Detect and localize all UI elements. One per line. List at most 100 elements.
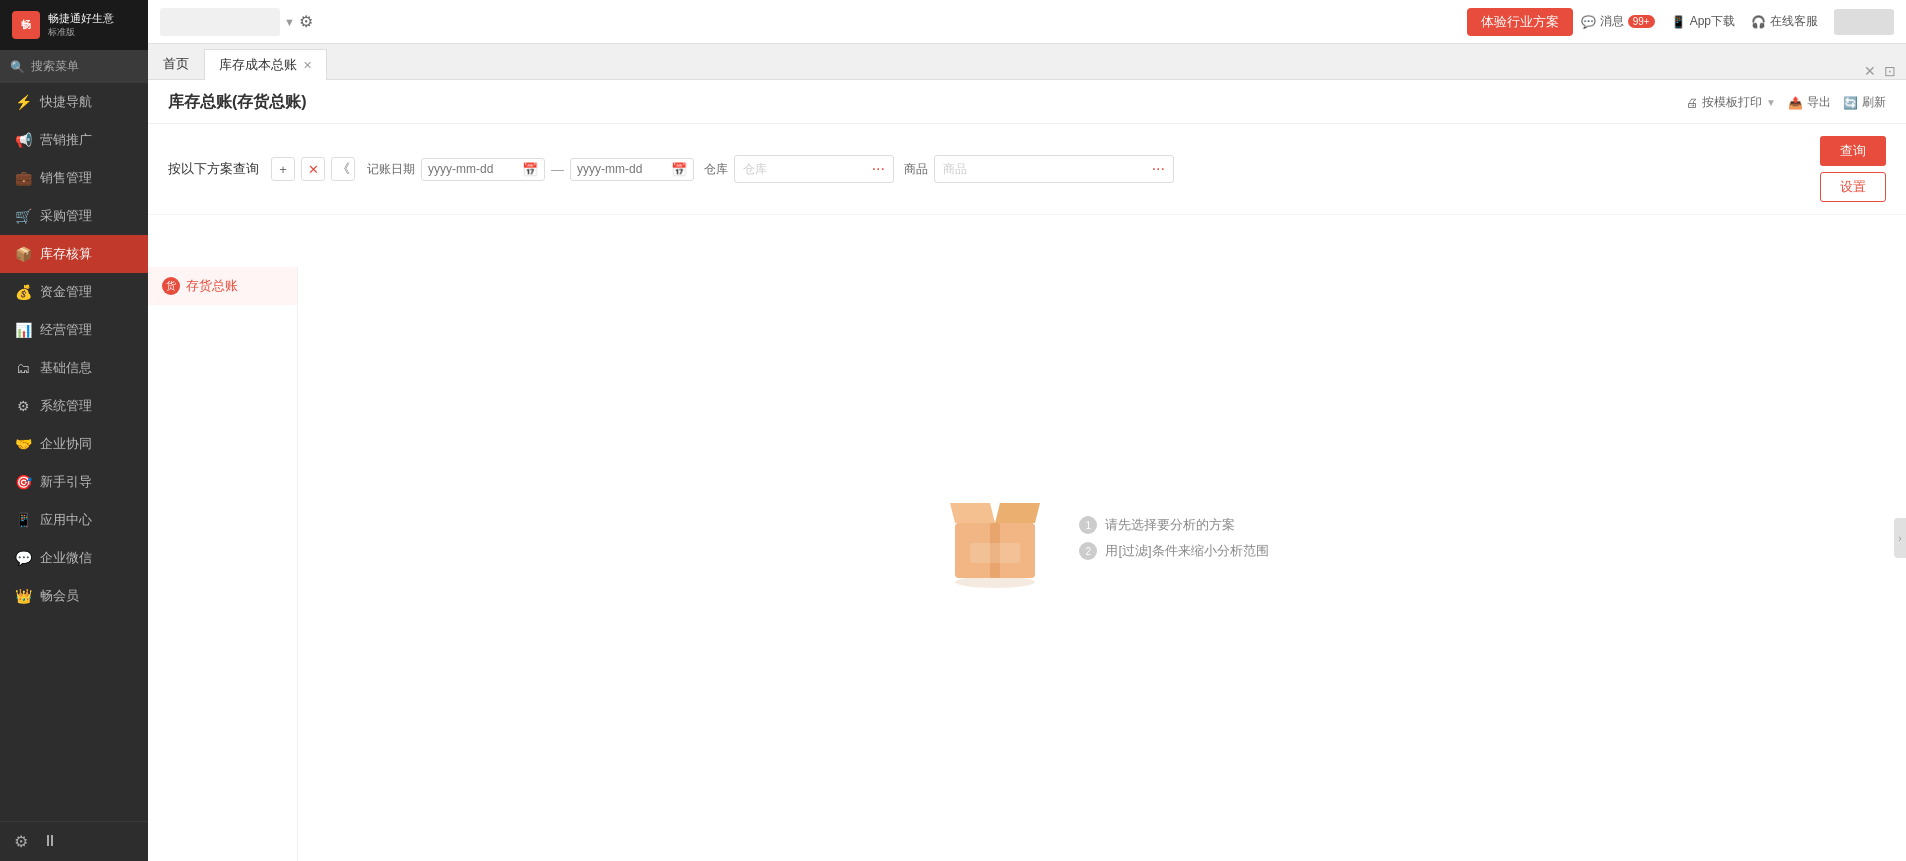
date-end-input[interactable]	[577, 162, 667, 176]
svg-marker-3	[995, 503, 1040, 523]
refresh-btn[interactable]: 🔄 刷新	[1843, 94, 1886, 111]
goods-more-icon[interactable]: ···	[1152, 160, 1165, 178]
nav-placeholder	[160, 8, 280, 36]
goods-label: 商品	[904, 161, 928, 178]
delete-scheme-btn[interactable]: ✕	[301, 157, 325, 181]
user-avatar[interactable]	[1834, 9, 1894, 35]
right-panel-toggle[interactable]: ›	[1894, 518, 1906, 558]
app-version: 标准版	[48, 26, 114, 39]
sidebar-item-label: 畅会员	[40, 587, 79, 605]
sidebar-item-guide[interactable]: 🎯 新手引导	[0, 463, 148, 501]
page-title: 库存总账(存货总账)	[168, 92, 307, 113]
finance-icon: 💰	[14, 284, 32, 300]
export-icon: 📤	[1788, 96, 1803, 110]
enterprise-wechat-icon: 💬	[14, 550, 32, 566]
export-btn[interactable]: 📤 导出	[1788, 94, 1831, 111]
sidebar-item-label: 企业协同	[40, 435, 92, 453]
goods-placeholder: 商品	[943, 161, 967, 178]
industry-btn[interactable]: 体验行业方案	[1467, 8, 1573, 36]
empty-illustration	[935, 488, 1055, 588]
sidebar-item-label: 采购管理	[40, 207, 92, 225]
warehouse-filter-group: 仓库 仓库 ···	[704, 155, 894, 183]
tab-home[interactable]: 首页	[148, 48, 204, 79]
message-badge: 99+	[1628, 15, 1655, 28]
sidebar-item-label: 应用中心	[40, 511, 92, 529]
goods-filter-group: 商品 商品 ···	[904, 155, 1174, 183]
refresh-label: 刷新	[1862, 94, 1886, 111]
message-item[interactable]: 💬 消息 99+	[1581, 13, 1655, 30]
sidebar-item-label: 营销推广	[40, 131, 92, 149]
sidebar-item-marketing[interactable]: 📢 营销推广	[0, 121, 148, 159]
sidebar-bottom-icons: ⚙ ⏸	[14, 832, 58, 851]
tab-right-actions: ✕ ⊡	[1854, 63, 1906, 79]
date-filter-group: 记账日期 📅 — 📅	[367, 158, 694, 181]
close-panel-icon[interactable]: ✕	[1864, 63, 1876, 79]
purchase-icon: 🛒	[14, 208, 32, 224]
calendar-start-icon[interactable]: 📅	[522, 162, 538, 177]
step-1-circle: 1	[1079, 516, 1097, 534]
settings-icon[interactable]: ⚙	[14, 832, 28, 851]
sidebar-bottom: ⚙ ⏸	[0, 821, 148, 861]
collapse-filter-btn[interactable]: 《	[331, 157, 355, 181]
search-menu-label: 搜索菜单	[31, 58, 79, 75]
tab-inventory-cost[interactable]: 库存成本总账 ✕	[204, 49, 327, 80]
main-panel: 1 请先选择要分析的方案 2 用[过滤]条件来缩小分析范围	[298, 215, 1906, 861]
setup-btn[interactable]: 设置	[1820, 172, 1886, 202]
expand-icon[interactable]: ⊡	[1884, 63, 1896, 79]
scheme-item-inventory-ledger[interactable]: 货 存货总账	[148, 267, 297, 305]
date-start-input[interactable]	[428, 162, 518, 176]
collapse-icon[interactable]: ⏸	[42, 832, 58, 851]
logo-icon: 畅	[12, 11, 40, 39]
search-menu-item[interactable]: 🔍 搜索菜单	[0, 50, 148, 83]
sidebar-item-cooperation[interactable]: 🤝 企业协同	[0, 425, 148, 463]
sidebar-item-enterprise-wechat[interactable]: 💬 企业微信	[0, 539, 148, 577]
online-service-item[interactable]: 🎧 在线客服	[1751, 13, 1818, 30]
print-btn[interactable]: 🖨 按模板打印 ▼	[1686, 94, 1776, 111]
sidebar-item-member[interactable]: 👑 畅会员	[0, 577, 148, 615]
sidebar-item-basic[interactable]: 🗂 基础信息	[0, 349, 148, 387]
sidebar-item-purchase[interactable]: 🛒 采购管理	[0, 197, 148, 235]
sidebar-item-label: 企业微信	[40, 549, 92, 567]
warehouse-select[interactable]: 仓库 ···	[734, 155, 894, 183]
sidebar-item-operation[interactable]: 📊 经营管理	[0, 311, 148, 349]
sidebar-item-quick-nav[interactable]: ⚡ 快捷导航	[0, 83, 148, 121]
sidebar-item-system[interactable]: ⚙ 系统管理	[0, 387, 148, 425]
export-label: 导出	[1807, 94, 1831, 111]
main-area: ▼ ⚙ 体验行业方案 💬 消息 99+ 📱 App下载 🎧 在线客服 首页	[148, 0, 1906, 861]
goods-select[interactable]: 商品 ···	[934, 155, 1174, 183]
sidebar-item-label: 库存核算	[40, 245, 92, 263]
print-label: 按模板打印	[1702, 94, 1762, 111]
cooperation-icon: 🤝	[14, 436, 32, 452]
sidebar-item-inventory[interactable]: 📦 库存核算	[0, 235, 148, 273]
sales-icon: 💼	[14, 170, 32, 186]
settings-gear-icon[interactable]: ⚙	[299, 12, 313, 31]
page-actions: 🖨 按模板打印 ▼ 📤 导出 🔄 刷新	[1686, 94, 1886, 111]
query-btn[interactable]: 查询	[1820, 136, 1886, 166]
warehouse-label: 仓库	[704, 161, 728, 178]
member-icon: 👑	[14, 588, 32, 604]
message-icon: 💬	[1581, 15, 1596, 29]
sidebar-nav: ⚡ 快捷导航 📢 营销推广 💼 销售管理 🛒 采购管理 📦 库存核算 💰 资金管…	[0, 83, 148, 821]
empty-box-svg	[935, 488, 1055, 588]
empty-tip-2: 2 用[过滤]条件来缩小分析范围	[1079, 542, 1268, 560]
app-name: 畅捷通好生意	[48, 11, 114, 25]
add-scheme-btn[interactable]: +	[271, 157, 295, 181]
sidebar-item-label: 经营管理	[40, 321, 92, 339]
empty-text: 1 请先选择要分析的方案 2 用[过滤]条件来缩小分析范围	[1079, 516, 1268, 560]
sidebar-item-app-center[interactable]: 📱 应用中心	[0, 501, 148, 539]
date-end-wrap: 📅	[570, 158, 694, 181]
app-logo: 畅 畅捷通好生意 标准版	[0, 0, 148, 50]
filter-bar: 按以下方案查询 + ✕ 《 记账日期 📅 — 📅	[148, 124, 1906, 215]
basic-icon: 🗂	[14, 360, 32, 376]
calendar-end-icon[interactable]: 📅	[671, 162, 687, 177]
app-download-item[interactable]: 📱 App下载	[1671, 13, 1735, 30]
scheme-item-label: 存货总账	[186, 277, 238, 295]
headset-icon: 🎧	[1751, 15, 1766, 29]
warehouse-more-icon[interactable]: ···	[872, 160, 885, 178]
system-icon: ⚙	[14, 398, 32, 414]
sidebar-item-sales[interactable]: 💼 销售管理	[0, 159, 148, 197]
tab-close-icon[interactable]: ✕	[303, 59, 312, 72]
empty-tip-1-label: 请先选择要分析的方案	[1105, 516, 1235, 534]
sidebar-item-label: 基础信息	[40, 359, 92, 377]
sidebar-item-finance[interactable]: 💰 资金管理	[0, 273, 148, 311]
